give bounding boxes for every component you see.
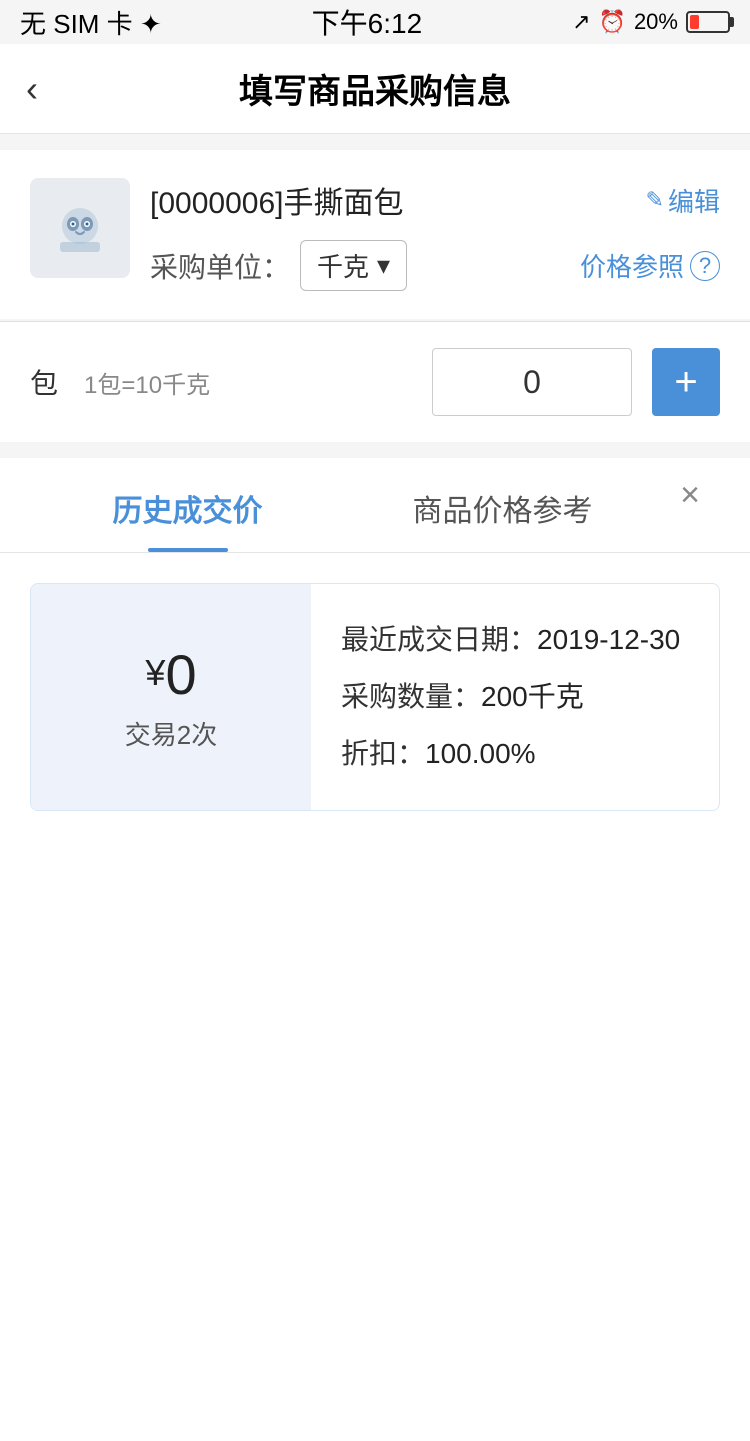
unit-label: 采购单位：	[150, 246, 290, 286]
recent-date-value: 2019-12-30	[537, 624, 680, 655]
dropdown-arrow-icon: ▾	[377, 250, 390, 281]
quantity-unit-hint: 1包=10千克	[84, 365, 210, 400]
purchase-qty-label: 采购数量：	[341, 681, 481, 712]
discount-row: 折扣：100.00%	[341, 734, 689, 773]
price-value: 0	[165, 643, 196, 706]
tab-price-ref[interactable]: 商品价格参考	[345, 458, 660, 552]
tab-history-price[interactable]: 历史成交价	[30, 458, 345, 552]
quantity-input[interactable]: 0	[432, 348, 632, 416]
status-time: 下午6:12	[312, 2, 423, 42]
status-bar: 无 SIM 卡 ✦ 下午6:12 ↗ ⏰ 20%	[0, 0, 750, 44]
price-ref-label: 价格参照	[580, 247, 684, 284]
product-logo-icon	[50, 198, 110, 258]
recent-date-label: 最近成交日期：	[341, 624, 537, 655]
history-price-display: ¥0	[145, 642, 196, 707]
edit-button[interactable]: ✎ 编辑	[646, 182, 720, 219]
battery-icon	[686, 11, 730, 33]
plus-icon: +	[674, 360, 697, 405]
tabs-close-button[interactable]: ×	[660, 476, 720, 535]
product-info: [0000006]手撕面包 ✎ 编辑 采购单位： 千克 ▾ 价格参照 ?	[150, 178, 720, 291]
location-icon: ↗	[572, 9, 590, 35]
product-name-row: [0000006]手撕面包 ✎ 编辑	[150, 178, 720, 222]
history-trades-count: 交易2次	[125, 715, 217, 752]
battery-fill	[690, 15, 699, 29]
status-right-icons: ↗ ⏰ 20%	[572, 9, 730, 35]
unit-value: 千克	[317, 247, 369, 284]
unit-selector[interactable]: 千克 ▾	[300, 240, 407, 291]
quantity-row: 包 1包=10千克 0 +	[0, 321, 750, 442]
discount-label: 折扣：	[341, 738, 425, 769]
purchase-qty-value: 200千克	[481, 681, 584, 712]
product-top-row: [0000006]手撕面包 ✎ 编辑 采购单位： 千克 ▾ 价格参照 ?	[30, 178, 720, 291]
quantity-unit-label: 包	[30, 362, 58, 402]
history-price-left: ¥0 交易2次	[31, 584, 311, 810]
tabs-container: 历史成交价 商品价格参考 ×	[0, 458, 750, 553]
nav-bar: ‹ 填写商品采购信息	[0, 44, 750, 134]
edit-icon: ✎	[646, 187, 664, 213]
tab-history-label: 历史成交价	[113, 495, 263, 528]
page-rest	[0, 841, 750, 1441]
status-signal: 无 SIM 卡 ✦	[20, 4, 162, 41]
price-ref-help-icon: ?	[690, 251, 720, 281]
recent-date-row: 最近成交日期：2019-12-30	[341, 620, 689, 659]
edit-label: 编辑	[668, 182, 720, 219]
product-name: [0000006]手撕面包	[150, 178, 403, 222]
discount-value: 100.00%	[425, 738, 536, 769]
purchase-unit-row: 采购单位： 千克 ▾ 价格参照 ?	[150, 240, 720, 291]
price-ref-button[interactable]: 价格参照 ?	[580, 247, 720, 284]
currency-symbol: ¥	[145, 652, 165, 694]
quantity-value: 0	[523, 364, 541, 401]
alarm-icon: ⏰	[599, 9, 626, 35]
quantity-plus-button[interactable]: +	[652, 348, 720, 416]
battery-percent: 20%	[634, 9, 678, 35]
history-price-card: ¥0 交易2次 最近成交日期：2019-12-30 采购数量：200千克 折扣：…	[30, 583, 720, 811]
close-icon: ×	[680, 476, 700, 514]
page-title: 填写商品采购信息	[239, 64, 511, 113]
product-card: [0000006]手撕面包 ✎ 编辑 采购单位： 千克 ▾ 价格参照 ?	[0, 150, 750, 319]
back-button[interactable]: ‹	[26, 68, 38, 110]
purchase-qty-row: 采购数量：200千克	[341, 677, 689, 716]
history-section: ¥0 交易2次 最近成交日期：2019-12-30 采购数量：200千克 折扣：…	[0, 553, 750, 841]
history-price-right: 最近成交日期：2019-12-30 采购数量：200千克 折扣：100.00%	[311, 584, 719, 810]
product-image	[30, 178, 130, 278]
tab-price-ref-label: 商品价格参考	[413, 495, 593, 528]
